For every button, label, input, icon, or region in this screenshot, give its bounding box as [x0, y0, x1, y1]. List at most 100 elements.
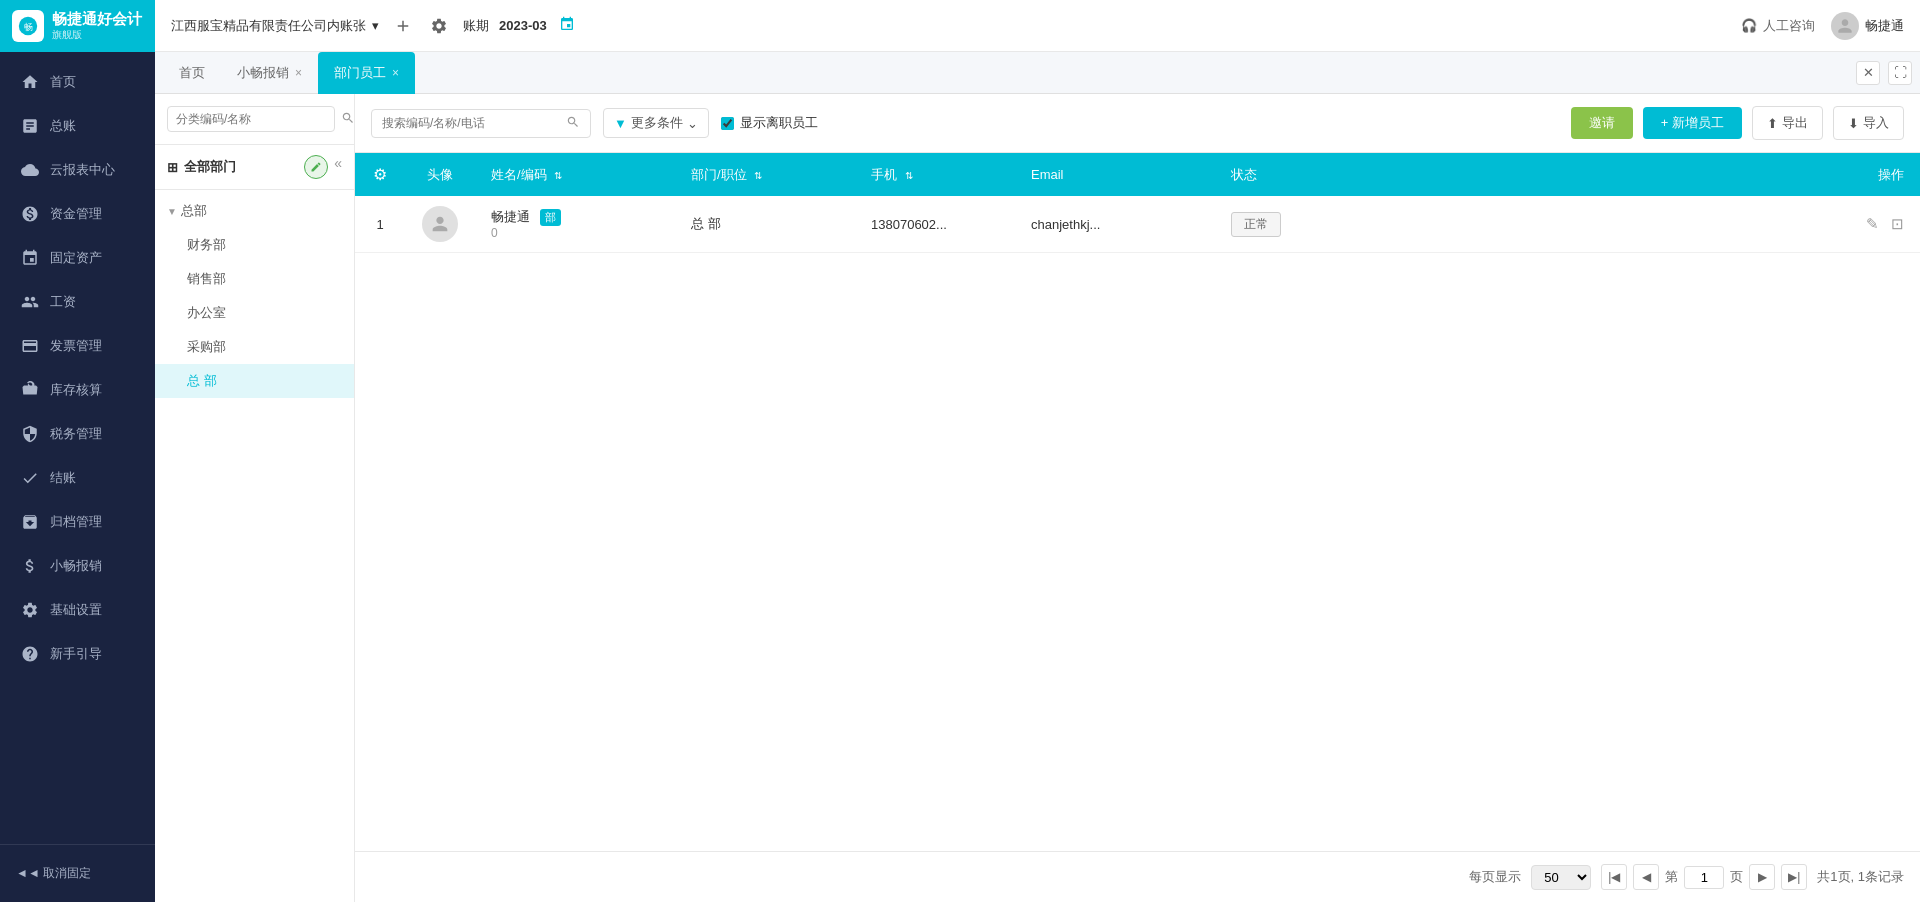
- department-panel: ⊞ 全部部门 « ▼ 总部 财务部 销售部: [155, 94, 355, 902]
- topbar-settings-button[interactable]: [427, 14, 451, 38]
- right-panel: ▼ 更多条件 ⌄ 显示离职员工 邀请 + 新增员工 ⬆ 导出 ⬇: [355, 94, 1920, 902]
- sidebar-item-tax[interactable]: 税务管理: [0, 412, 155, 456]
- tab-dept-employee[interactable]: 部门员工 ×: [318, 52, 415, 94]
- sidebar-item-salary[interactable]: 工资: [0, 280, 155, 324]
- sidebar-logo: 畅 畅捷通好会计 旗舰版: [0, 0, 155, 52]
- first-page-button[interactable]: |◀: [1601, 864, 1627, 890]
- sidebar-item-expense[interactable]: 小畅报销: [0, 544, 155, 588]
- sidebar-item-home[interactable]: 首页: [0, 60, 155, 104]
- sidebar-item-invoice[interactable]: 发票管理: [0, 324, 155, 368]
- dept-item-purchasing[interactable]: 采购部: [155, 330, 354, 364]
- th-settings[interactable]: ⚙: [355, 153, 405, 196]
- sidebar-item-basic-settings[interactable]: 基础设置: [0, 588, 155, 632]
- edit-employee-button[interactable]: ✎: [1866, 215, 1879, 233]
- dept-search-icon[interactable]: [341, 111, 355, 128]
- phone-sort-icon: ⇅: [905, 170, 913, 181]
- svg-text:畅: 畅: [24, 22, 33, 32]
- export-icon: ⬆: [1767, 116, 1778, 131]
- sidebar-item-fixed-assets[interactable]: 固定资产: [0, 236, 155, 280]
- import-button[interactable]: ⬇ 导入: [1833, 106, 1904, 140]
- row-index: 1: [355, 196, 405, 253]
- row-actions: ✎ ⊡: [1335, 196, 1920, 253]
- delete-employee-button[interactable]: ⊡: [1891, 215, 1904, 233]
- archive-icon: [20, 512, 40, 532]
- company-selector[interactable]: 江西服宝精品有限责任公司内账张 ▾: [171, 17, 379, 35]
- per-page-select[interactable]: 50 100: [1531, 865, 1591, 890]
- employee-search-icon[interactable]: [566, 115, 580, 132]
- row-avatar: [405, 196, 475, 253]
- employee-code: 0: [491, 226, 659, 240]
- topbar-right: 🎧 人工咨询 畅捷通: [1741, 12, 1904, 40]
- sidebar-item-funds[interactable]: 资金管理: [0, 192, 155, 236]
- import-icon: ⬇: [1848, 116, 1859, 131]
- add-company-button[interactable]: [391, 14, 415, 38]
- all-departments-label[interactable]: ⊞ 全部部门: [167, 158, 236, 176]
- show-resigned-input[interactable]: [721, 117, 734, 130]
- th-phone[interactable]: 手机 ⇅: [855, 153, 1015, 196]
- headset-icon: 🎧: [1741, 18, 1757, 33]
- dept-search-area: [155, 94, 354, 145]
- dept-item-office[interactable]: 办公室: [155, 296, 354, 330]
- pagination: 每页显示 50 100 |◀ ◀ 第 页 ▶ ▶| 共1页, 1条记录: [355, 851, 1920, 902]
- th-email: Email: [1015, 153, 1215, 196]
- tab-expense[interactable]: 小畅报销 ×: [221, 52, 318, 94]
- sidebar-item-checkout[interactable]: 结账: [0, 456, 155, 500]
- salary-icon: [20, 292, 40, 312]
- dept-item-finance[interactable]: 财务部: [155, 228, 354, 262]
- tabs-actions: ✕ ⛶: [1856, 61, 1912, 85]
- user-menu[interactable]: 畅捷通: [1831, 12, 1904, 40]
- invite-button[interactable]: 邀请: [1571, 107, 1633, 139]
- consult-button[interactable]: 🎧 人工咨询: [1741, 17, 1815, 35]
- logo-icon: 畅: [12, 10, 44, 42]
- dept-group-general: ▼ 总部 财务部 销售部 办公室 采购部 总 部: [155, 194, 354, 398]
- calendar-icon[interactable]: [559, 16, 575, 35]
- add-employee-button[interactable]: + 新增员工: [1643, 107, 1742, 139]
- show-resigned-checkbox[interactable]: 显示离职员工: [721, 114, 818, 132]
- sidebar-item-inventory[interactable]: 库存核算: [0, 368, 155, 412]
- cancel-fixed-label: ◄◄ 取消固定: [16, 865, 91, 882]
- name-sort-icon: ⇅: [554, 170, 562, 181]
- sidebar-item-guide[interactable]: 新手引导: [0, 632, 155, 676]
- more-conditions-button[interactable]: ▼ 更多条件 ⌄: [603, 108, 709, 138]
- sidebar-item-cloud-reports[interactable]: 云报表中心: [0, 148, 155, 192]
- cancel-fixed-button[interactable]: ◄◄ 取消固定: [0, 855, 155, 892]
- next-page-button[interactable]: ▶: [1749, 864, 1775, 890]
- employee-name: 畅捷通: [491, 208, 530, 226]
- export-button[interactable]: ⬆ 导出: [1752, 106, 1823, 140]
- employee-search-box: [371, 109, 591, 138]
- th-name[interactable]: 姓名/编码 ⇅: [475, 153, 675, 196]
- tab-dept-close[interactable]: ×: [392, 66, 399, 80]
- dept-group-header[interactable]: ▼ 总部: [155, 194, 354, 228]
- dept-sort-icon: ⇅: [754, 170, 762, 181]
- page-label: 第: [1665, 868, 1678, 886]
- filter-label: 更多条件: [631, 114, 683, 132]
- tab-home[interactable]: 首页: [163, 52, 221, 94]
- tab-maximize[interactable]: ⛶: [1888, 61, 1912, 85]
- grid-icon: ⊞: [167, 160, 178, 175]
- row-name-cell: 畅捷通 部 0: [475, 196, 675, 253]
- expense-icon: [20, 556, 40, 576]
- th-status: 状态: [1215, 153, 1335, 196]
- guide-icon: [20, 644, 40, 664]
- dept-edit-button[interactable]: [304, 155, 328, 179]
- page-input[interactable]: [1684, 866, 1724, 889]
- sidebar-item-ledger[interactable]: 总账: [0, 104, 155, 148]
- sidebar: 畅 畅捷通好会计 旗舰版 首页 总账 云报表中心: [0, 0, 155, 902]
- dept-item-sales[interactable]: 销售部: [155, 262, 354, 296]
- table-settings-gear-icon[interactable]: ⚙: [373, 166, 387, 183]
- topbar: 江西服宝精品有限责任公司内账张 ▾ 账期 2023-03 🎧 人工咨询: [155, 0, 1920, 52]
- dept-search-input[interactable]: [167, 106, 335, 132]
- th-dept[interactable]: 部门/职位 ⇅: [675, 153, 855, 196]
- th-avatar: 头像: [405, 153, 475, 196]
- company-dropdown-icon: ▾: [372, 18, 379, 33]
- tab-expense-close[interactable]: ×: [295, 66, 302, 80]
- tab-close-window[interactable]: ✕: [1856, 61, 1880, 85]
- last-page-button[interactable]: ▶|: [1781, 864, 1807, 890]
- employee-search-input[interactable]: [382, 116, 560, 130]
- dept-item-headquarters[interactable]: 总 部: [155, 364, 354, 398]
- tab-expense-label: 小畅报销: [237, 64, 289, 82]
- show-resigned-label: 显示离职员工: [740, 114, 818, 132]
- dept-collapse-button[interactable]: «: [334, 155, 342, 179]
- prev-page-button[interactable]: ◀: [1633, 864, 1659, 890]
- sidebar-item-archive[interactable]: 归档管理: [0, 500, 155, 544]
